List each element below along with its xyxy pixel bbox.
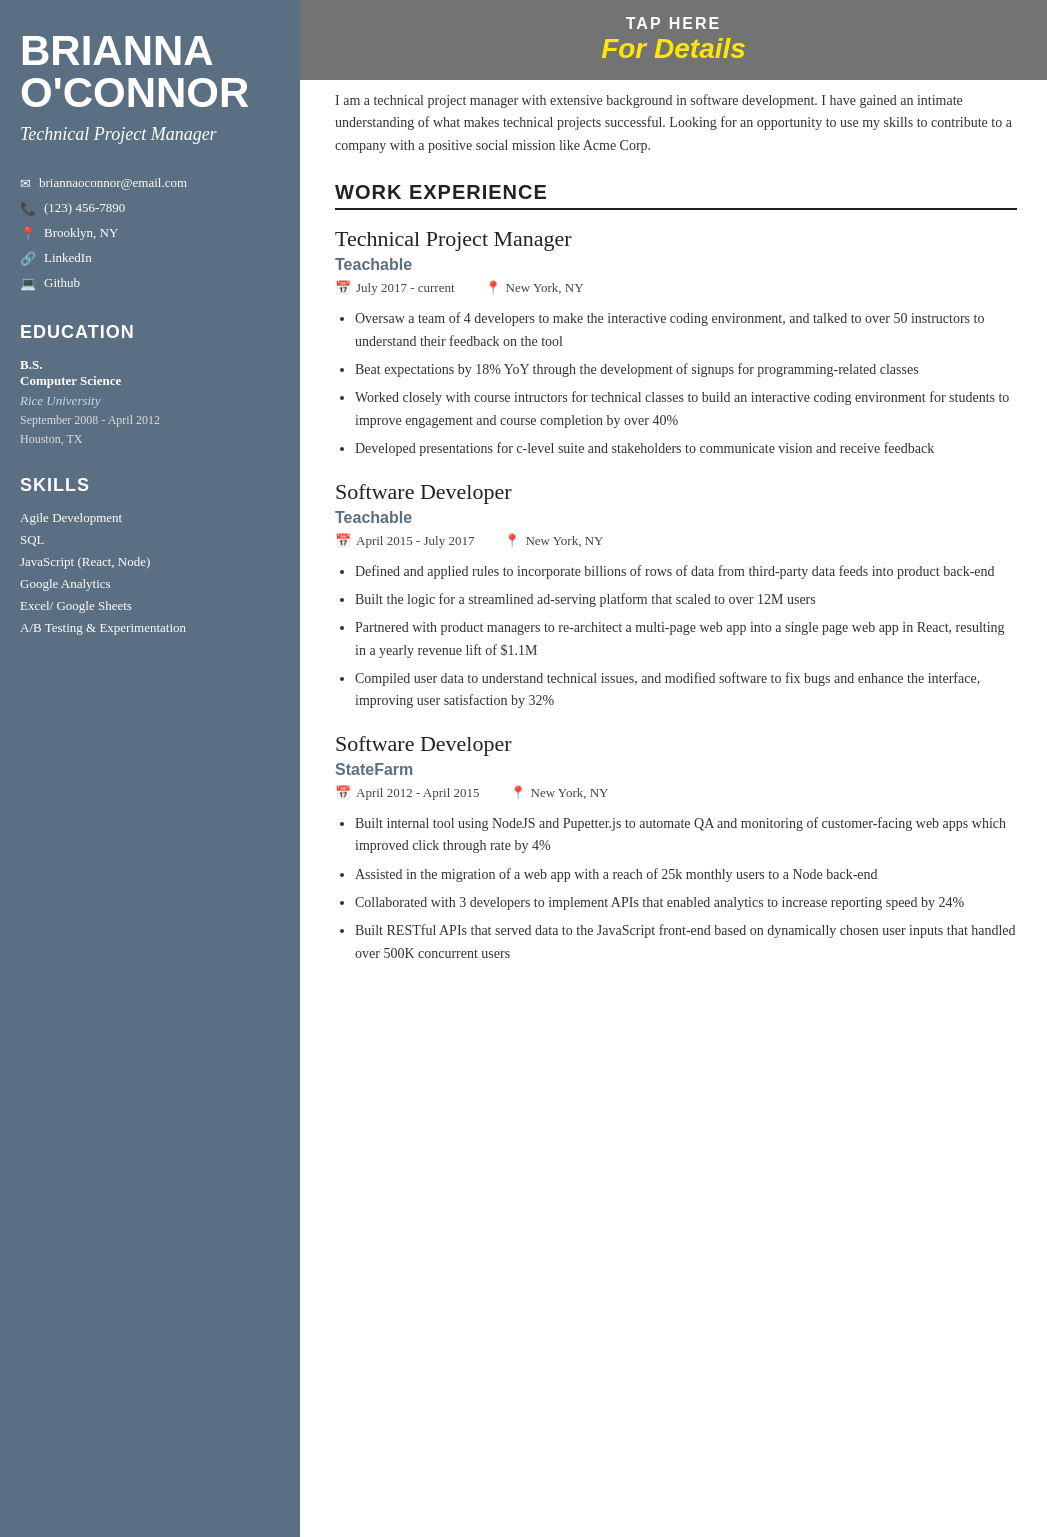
calendar-icon: 📅 [335,533,351,549]
skill-item: JavaScript (React, Node) [20,554,280,570]
linkedin-icon: 🔗 [20,251,36,267]
job-bullets-2: Defined and applied rules to incorporate… [335,561,1017,713]
phone-value: (123) 456-7890 [44,200,125,216]
skill-item: Google Analytics [20,576,280,592]
pin-icon: 📍 [485,280,501,296]
github-item[interactable]: 💻 Github [20,275,280,292]
bullet-item: Built RESTful APIs that served data to t… [355,920,1017,965]
github-value: Github [44,275,80,291]
location-item: 📍 Brooklyn, NY [20,225,280,242]
job-location-2: 📍 New York, NY [504,533,603,549]
skill-item: A/B Testing & Experimentation [20,620,280,636]
linkedin-value: LinkedIn [44,250,92,266]
skill-item: Excel/ Google Sheets [20,598,280,614]
job-meta-2: 📅 April 2015 - July 2017 📍 New York, NY [335,533,1017,549]
education-degree: B.S. Computer Science [20,357,280,389]
skills-list: Agile Development SQL JavaScript (React,… [20,510,280,636]
bullet-item: Collaborated with 3 developers to implem… [355,892,1017,914]
job-title-3: Software Developer [335,731,1017,757]
email-icon: ✉ [20,176,31,192]
github-icon: 💻 [20,276,36,292]
tap-here-label: TAP HERE [626,15,721,33]
email-item: ✉ briannaoconnor@email.com [20,175,280,192]
education-dates: September 2008 - April 2012 [20,413,280,428]
job-bullets-1: Oversaw a team of 4 developers to make t… [335,308,1017,460]
resume-container: TAP HERE For Details BRIANNA O'CONNOR Te… [0,0,1047,1537]
candidate-name: BRIANNA O'CONNOR [20,30,280,114]
linkedin-item[interactable]: 🔗 LinkedIn [20,250,280,267]
pin-icon: 📍 [504,533,520,549]
bullet-item: Developed presentations for c-level suit… [355,438,1017,460]
bullet-item: Defined and applied rules to incorporate… [355,561,1017,583]
bullet-item: Partnered with product managers to re-ar… [355,617,1017,662]
pin-icon: 📍 [510,785,526,801]
bullet-item: Beat expectations by 18% YoY through the… [355,359,1017,381]
bullet-item: Oversaw a team of 4 developers to make t… [355,308,1017,353]
job-entry-1: Technical Project Manager Teachable 📅 Ju… [335,226,1017,460]
contact-section: ✉ briannaoconnor@email.com 📞 (123) 456-7… [20,175,280,292]
phone-icon: 📞 [20,201,36,217]
job-company-1: Teachable [335,256,1017,274]
email-value: briannaoconnor@email.com [39,175,187,191]
bullet-item: Worked closely with course intructors fo… [355,387,1017,432]
education-location: Houston, TX [20,432,280,447]
job-dates-1: 📅 July 2017 - current [335,280,455,296]
tap-overlay[interactable]: TAP HERE For Details [300,0,1047,80]
skill-item: SQL [20,532,280,548]
location-icon: 📍 [20,226,36,242]
job-entry-2: Software Developer Teachable 📅 April 201… [335,479,1017,713]
job-bullets-3: Built internal tool using NodeJS and Pup… [335,813,1017,965]
job-meta-3: 📅 April 2012 - April 2015 📍 New York, NY [335,785,1017,801]
education-section-title: EDUCATION [20,322,280,343]
job-location-3: 📍 New York, NY [510,785,609,801]
job-entry-3: Software Developer StateFarm 📅 April 201… [335,731,1017,965]
job-company-2: Teachable [335,509,1017,527]
job-dates-2: 📅 April 2015 - July 2017 [335,533,474,549]
bullet-item: Built internal tool using NodeJS and Pup… [355,813,1017,858]
bullet-item: Built the logic for a streamlined ad-ser… [355,589,1017,611]
skills-section-title: SKILLS [20,475,280,496]
bullet-item: Assisted in the migration of a web app w… [355,864,1017,886]
education-school: Rice University [20,393,280,409]
bullet-item: Compiled user data to understand technic… [355,668,1017,713]
for-details-label: For Details [601,33,746,65]
job-location-1: 📍 New York, NY [485,280,584,296]
location-value: Brooklyn, NY [44,225,118,241]
calendar-icon: 📅 [335,280,351,296]
job-meta-1: 📅 July 2017 - current 📍 New York, NY [335,280,1017,296]
job-title-2: Software Developer [335,479,1017,505]
main-content: I am a technical project manager with ex… [300,0,1047,1537]
job-title-1: Technical Project Manager [335,226,1017,252]
sidebar: BRIANNA O'CONNOR Technical Project Manag… [0,0,300,1537]
candidate-title: Technical Project Manager [20,122,280,147]
work-experience-title: WORK EXPERIENCE [335,181,1017,210]
skill-item: Agile Development [20,510,280,526]
phone-item: 📞 (123) 456-7890 [20,200,280,217]
job-company-3: StateFarm [335,761,1017,779]
summary-text: I am a technical project manager with ex… [335,90,1017,157]
calendar-icon: 📅 [335,785,351,801]
job-dates-3: 📅 April 2012 - April 2015 [335,785,480,801]
